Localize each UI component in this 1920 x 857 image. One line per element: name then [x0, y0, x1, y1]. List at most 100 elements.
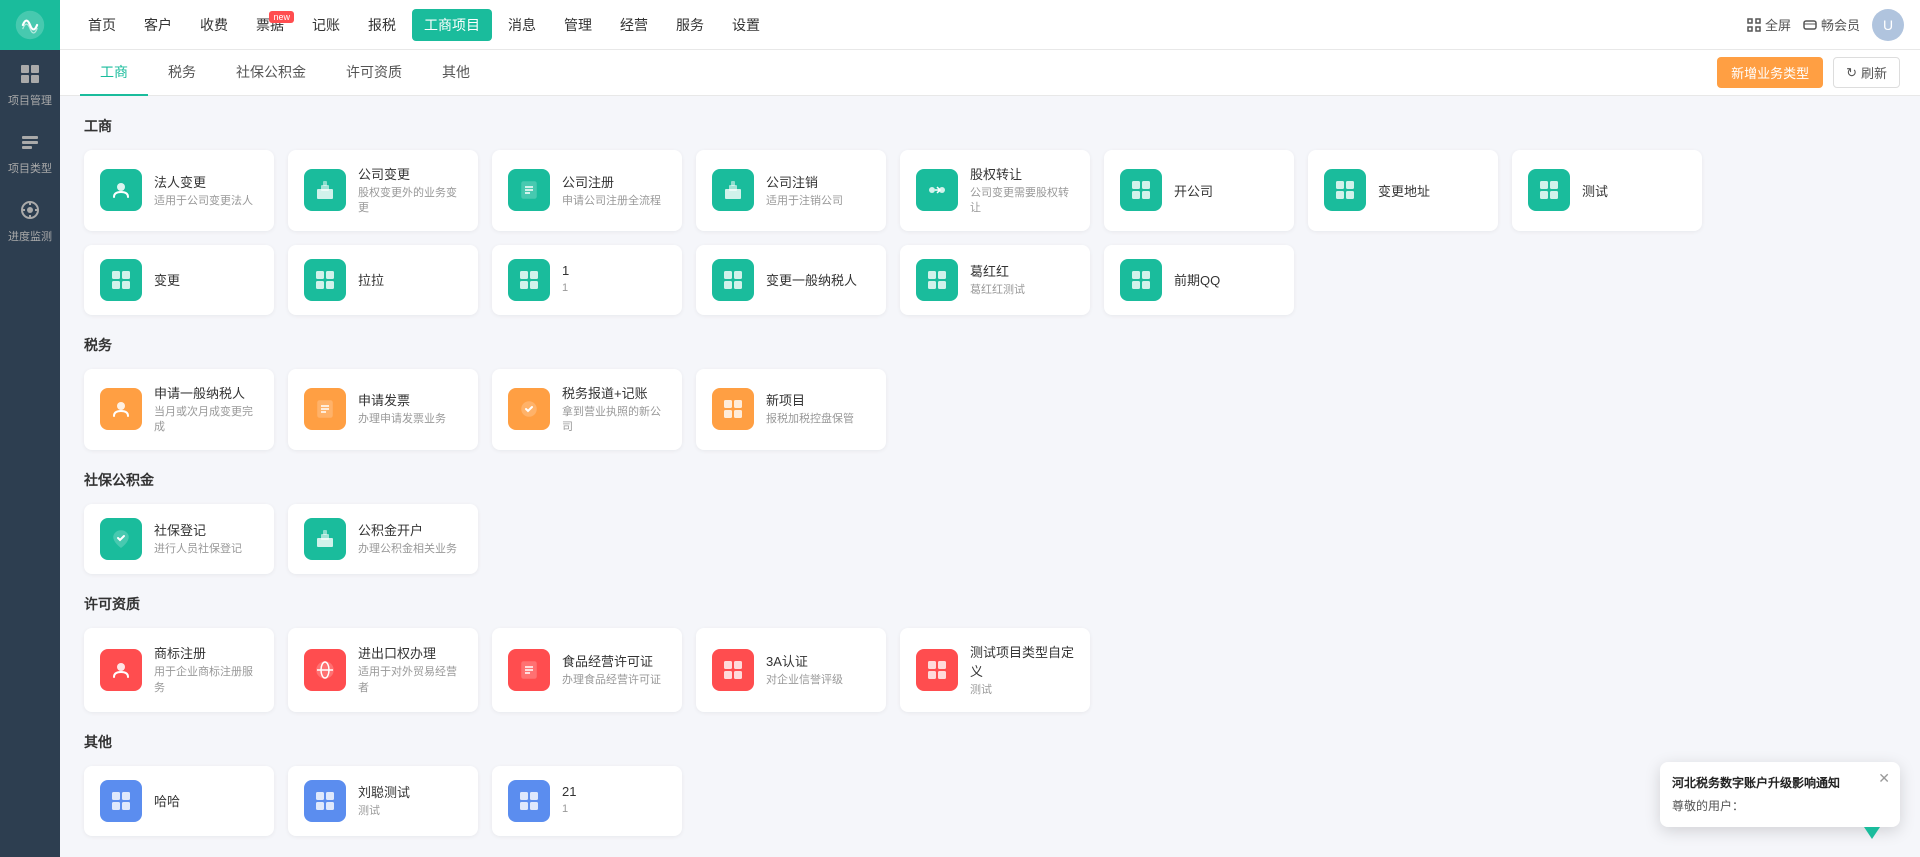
nav-settings[interactable]: 设置: [720, 9, 772, 41]
card-change-tax[interactable]: 变更一般纳税人: [696, 245, 886, 315]
card-name-liu-cong-test: 刘聪测试: [358, 782, 410, 801]
card-name-new-project: 新项目: [766, 390, 854, 409]
card-haha[interactable]: 哈哈: [84, 766, 274, 836]
avatar[interactable]: U: [1872, 9, 1904, 41]
card-icon-apply-general-tax: [100, 388, 142, 430]
card-fund-account[interactable]: 公积金开户办理公积金相关业务: [288, 504, 478, 574]
nav-manage[interactable]: 管理: [552, 9, 604, 41]
nav-message[interactable]: 消息: [496, 9, 548, 41]
card-change[interactable]: 变更: [84, 245, 274, 315]
card-name-company-cancel: 公司注销: [766, 172, 843, 191]
card-3a-cert[interactable]: 3A认证对企业信誉评级: [696, 628, 886, 712]
cards-grid-other-section: 哈哈 刘聪测试测试 211: [84, 766, 1896, 836]
card-icon-lala: [304, 259, 346, 301]
card-company-cancel[interactable]: 公司注销适用于注销公司: [696, 150, 886, 231]
card-desc-3a-cert: 对企业信誉评级: [766, 673, 843, 688]
sidebar-label-project-manage: 项目管理: [8, 92, 52, 108]
card-tax-report-accounting[interactable]: 税务报道+记账拿到营业执照的新公司: [492, 369, 682, 450]
content: 工商 税务 社保公积金 许可资质 其他 新增业务类型 ↻ 刷新 工商法人变更适用…: [60, 50, 1920, 857]
nav-industry[interactable]: 工商项目: [412, 9, 492, 41]
nav-accounting[interactable]: 记账: [300, 9, 352, 41]
card-desc-import-export: 适用于对外贸易经营者: [358, 665, 462, 696]
nav-tax[interactable]: 报税: [356, 9, 408, 41]
card-desc-social-register: 进行人员社保登记: [154, 542, 242, 557]
card-desc-equity-transfer: 公司变更需要股权转让: [970, 186, 1074, 217]
tab-license[interactable]: 许可资质: [326, 50, 422, 96]
fullscreen-icon: [1747, 18, 1761, 32]
card-icon-company-cancel: [712, 169, 754, 211]
card-open-company[interactable]: 开公司: [1104, 150, 1294, 231]
nav-home[interactable]: 首页: [76, 9, 128, 41]
sidebar-label-project-type: 项目类型: [8, 160, 52, 176]
nav-service[interactable]: 服务: [664, 9, 716, 41]
refresh-label: 刷新: [1861, 63, 1887, 82]
card-food-license[interactable]: 食品经营许可证办理食品经营许可证: [492, 628, 682, 712]
nav-fee[interactable]: 收费: [188, 9, 240, 41]
card-icon-liu-cong-test: [304, 780, 346, 822]
section-social-section: 社保公积金社保登记进行人员社保登记公积金开户办理公积金相关业务: [84, 470, 1896, 574]
section-title-other-section: 其他: [84, 732, 1896, 752]
tab-industry[interactable]: 工商: [80, 50, 148, 96]
card-desc-test-type-define: 测试: [970, 683, 1074, 698]
card-name-social-register: 社保登记: [154, 520, 242, 539]
card-name-ge-hong-hong: 葛红红: [970, 261, 1025, 280]
card-name-twenty-one: 21: [562, 784, 576, 799]
card-lala[interactable]: 拉拉: [288, 245, 478, 315]
card-trademark[interactable]: 商标注册用于企业商标注册服务: [84, 628, 274, 712]
card-name-fund-account: 公积金开户: [358, 520, 457, 539]
card-desc-company-cancel: 适用于注销公司: [766, 194, 843, 209]
card-name-one: 1: [562, 263, 569, 278]
card-desc-company-register: 申请公司注册全流程: [562, 194, 661, 209]
vip-btn[interactable]: 畅会员: [1803, 15, 1860, 34]
card-twenty-one[interactable]: 211: [492, 766, 682, 836]
card-name-open-company: 开公司: [1174, 181, 1213, 200]
card-ge-hong-hong[interactable]: 葛红红葛红红测试: [900, 245, 1090, 315]
card-desc-apply-general-tax: 当月或次月成变更完成: [154, 405, 258, 436]
card-pre-qq[interactable]: 前期QQ: [1104, 245, 1294, 315]
section-tax-section: 税务申请一般纳税人当月或次月成变更完成申请发票办理申请发票业务税务报道+记账拿到…: [84, 335, 1896, 450]
tab-other[interactable]: 其他: [422, 50, 490, 96]
nav-operation[interactable]: 经营: [608, 9, 660, 41]
card-one[interactable]: 11: [492, 245, 682, 315]
card-social-register[interactable]: 社保登记进行人员社保登记: [84, 504, 274, 574]
card-icon-one: [508, 259, 550, 301]
card-icon-social-register: [100, 518, 142, 560]
card-company-change[interactable]: 公司变更股权变更外的业务变更: [288, 150, 478, 231]
card-icon-open-company: [1120, 169, 1162, 211]
card-apply-invoice[interactable]: 申请发票办理申请发票业务: [288, 369, 478, 450]
card-name-company-register: 公司注册: [562, 172, 661, 191]
tab-tax[interactable]: 税务: [148, 50, 216, 96]
card-icon-equity-transfer: [916, 169, 958, 211]
card-change-address[interactable]: 变更地址: [1308, 150, 1498, 231]
card-desc-legal-change: 适用于公司变更法人: [154, 194, 253, 209]
sidebar-item-project-manage[interactable]: 项目管理: [0, 50, 60, 118]
notification-title: 河北税务数字账户升级影响通知: [1672, 774, 1888, 791]
card-legal-change[interactable]: 法人变更适用于公司变更法人: [84, 150, 274, 231]
card-liu-cong-test[interactable]: 刘聪测试测试: [288, 766, 478, 836]
nav-ticket[interactable]: 票据 new: [244, 9, 296, 41]
card-equity-transfer[interactable]: 股权转让公司变更需要股权转让: [900, 150, 1090, 231]
card-name-test: 测试: [1582, 181, 1608, 200]
tab-social[interactable]: 社保公积金: [216, 50, 326, 96]
card-icon-legal-change: [100, 169, 142, 211]
sidebar-logo[interactable]: [0, 0, 60, 50]
add-type-button[interactable]: 新增业务类型: [1717, 57, 1823, 88]
nav-customer[interactable]: 客户: [132, 9, 184, 41]
fullscreen-btn[interactable]: 全屏: [1747, 15, 1791, 34]
sidebar-item-progress-monitor[interactable]: 进度监测: [0, 186, 60, 254]
card-icon-3a-cert: [712, 649, 754, 691]
card-company-register[interactable]: 公司注册申请公司注册全流程: [492, 150, 682, 231]
fullscreen-label: 全屏: [1765, 15, 1791, 34]
card-icon-twenty-one: [508, 780, 550, 822]
refresh-button[interactable]: ↻ 刷新: [1833, 57, 1900, 88]
card-new-project[interactable]: 新项目报税加税控盘保管: [696, 369, 886, 450]
card-icon-test: [1528, 169, 1570, 211]
notification-close[interactable]: ✕: [1878, 770, 1890, 787]
vip-label: 畅会员: [1821, 15, 1860, 34]
card-test[interactable]: 测试: [1512, 150, 1702, 231]
card-desc-trademark: 用于企业商标注册服务: [154, 665, 258, 696]
card-import-export[interactable]: 进出口权办理适用于对外贸易经营者: [288, 628, 478, 712]
card-test-type-define[interactable]: 测试项目类型自定义测试: [900, 628, 1090, 712]
sidebar-item-project-type[interactable]: 项目类型: [0, 118, 60, 186]
card-apply-general-tax[interactable]: 申请一般纳税人当月或次月成变更完成: [84, 369, 274, 450]
